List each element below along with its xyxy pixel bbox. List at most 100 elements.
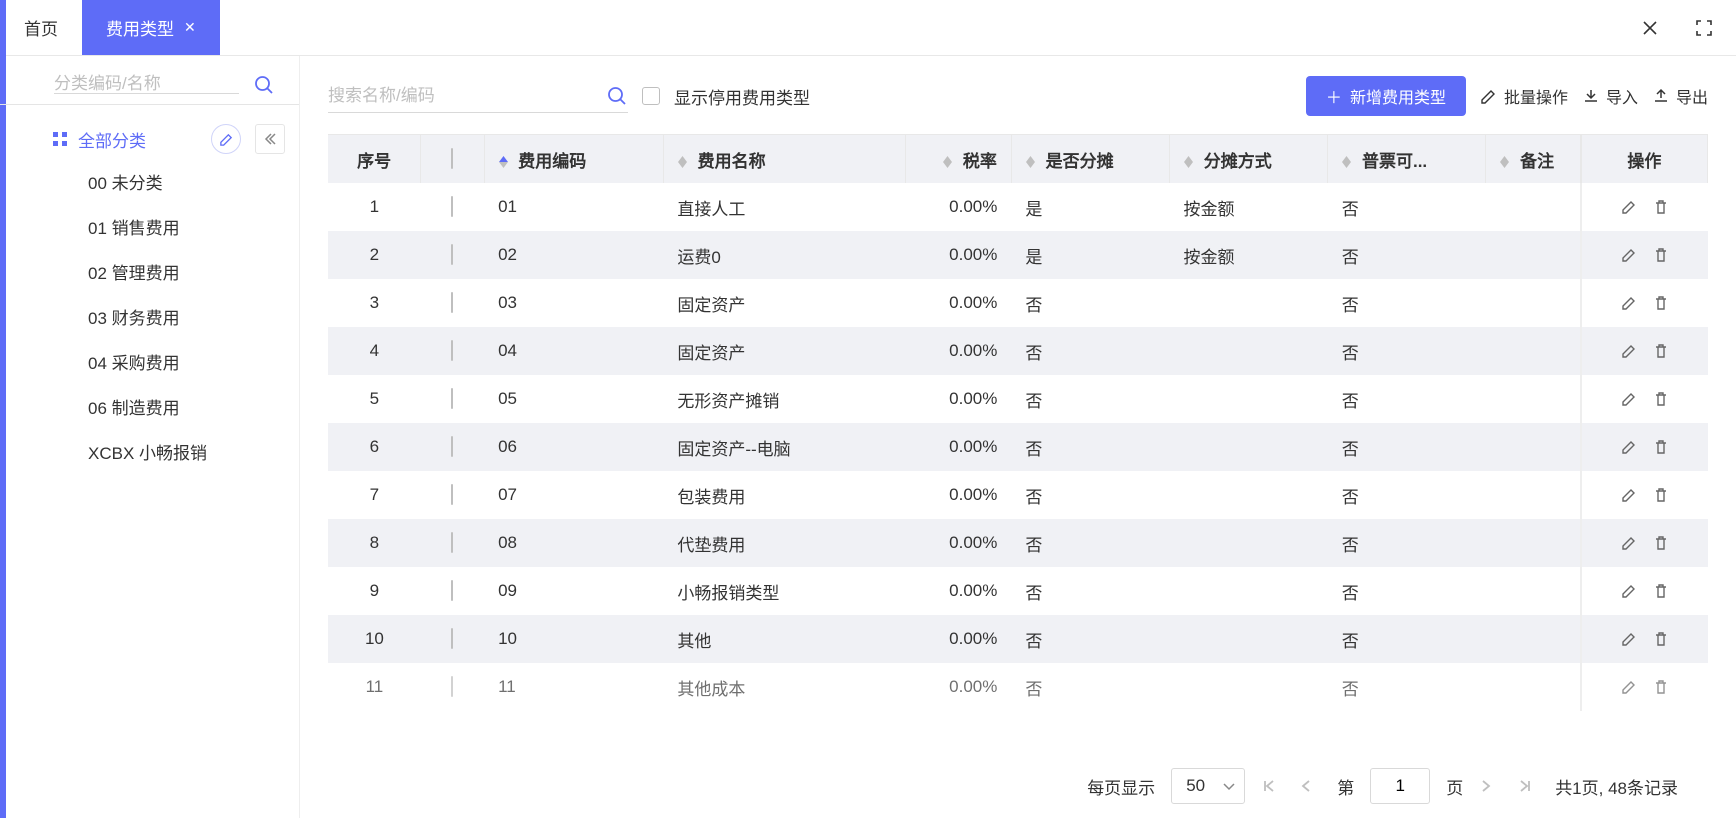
- sidebar-item[interactable]: 03 财务费用: [14, 294, 285, 339]
- show-disabled-checkbox[interactable]: [642, 87, 660, 105]
- col-share[interactable]: 是否分摊: [1011, 135, 1169, 183]
- edit-row-button[interactable]: [1620, 198, 1638, 216]
- delete-row-button[interactable]: [1652, 438, 1670, 456]
- sort-icon[interactable]: [1342, 156, 1351, 168]
- cell-checkbox: [421, 663, 484, 711]
- edit-row-button[interactable]: [1620, 486, 1638, 504]
- sidebar-search: [0, 74, 299, 105]
- sidebar-item[interactable]: 02 管理费用: [14, 249, 285, 294]
- batch-action-button[interactable]: 批量操作: [1480, 84, 1568, 108]
- delete-row-button[interactable]: [1652, 678, 1670, 696]
- delete-row-button[interactable]: [1652, 342, 1670, 360]
- row-checkbox[interactable]: [451, 244, 453, 265]
- cell-checkbox: [421, 423, 484, 471]
- collapse-sidebar-button[interactable]: [255, 124, 285, 154]
- cell-remark: [1486, 327, 1581, 375]
- export-label: 导出: [1676, 84, 1708, 108]
- add-expense-type-button[interactable]: ＋ 新增费用类型: [1306, 76, 1466, 116]
- col-method[interactable]: 分摊方式: [1170, 135, 1328, 183]
- edit-row-button[interactable]: [1620, 294, 1638, 312]
- prev-page-button[interactable]: [1299, 778, 1321, 794]
- first-page-button[interactable]: [1261, 778, 1283, 794]
- close-all-button[interactable]: [1632, 10, 1668, 46]
- delete-row-button[interactable]: [1652, 582, 1670, 600]
- edit-row-button[interactable]: [1620, 678, 1638, 696]
- col-ticket[interactable]: 普票可...: [1328, 135, 1486, 183]
- pager-summary: 共1页, 48条记录: [1555, 774, 1678, 799]
- page-input[interactable]: [1370, 768, 1430, 804]
- cell-remark: [1486, 615, 1581, 663]
- edit-row-button[interactable]: [1620, 390, 1638, 408]
- sidebar-item[interactable]: XCBX 小畅报销: [14, 429, 285, 474]
- sort-icon[interactable]: [1026, 156, 1035, 168]
- sidebar-item[interactable]: 01 销售费用: [14, 204, 285, 249]
- table-scroll[interactable]: 序号 费用编码 费用名称: [328, 135, 1708, 754]
- sort-icon[interactable]: [499, 156, 508, 168]
- col-rate[interactable]: 税率: [906, 135, 1011, 183]
- sidebar-item[interactable]: 04 采购费用: [14, 339, 285, 384]
- row-checkbox[interactable]: [451, 532, 453, 553]
- next-page-button[interactable]: [1479, 778, 1501, 794]
- select-all-checkbox[interactable]: [451, 148, 453, 169]
- export-button[interactable]: 导出: [1652, 84, 1708, 108]
- per-page-select[interactable]: 50: [1171, 768, 1245, 804]
- sidebar-item[interactable]: 06 制造费用: [14, 384, 285, 429]
- sort-icon[interactable]: [1184, 156, 1193, 168]
- sort-icon[interactable]: [943, 156, 952, 168]
- col-select-all[interactable]: [421, 135, 484, 183]
- delete-row-button[interactable]: [1652, 486, 1670, 504]
- row-checkbox[interactable]: [451, 388, 453, 409]
- edit-row-button[interactable]: [1620, 246, 1638, 264]
- delete-row-button[interactable]: [1652, 246, 1670, 264]
- col-seq[interactable]: 序号: [328, 135, 421, 183]
- row-checkbox[interactable]: [451, 628, 453, 649]
- cell-operations: [1581, 375, 1708, 423]
- tree-root-row[interactable]: 全部分类: [14, 119, 285, 159]
- row-checkbox[interactable]: [451, 292, 453, 313]
- search-icon[interactable]: [253, 74, 275, 96]
- delete-row-button[interactable]: [1652, 390, 1670, 408]
- last-page-button[interactable]: [1517, 778, 1539, 794]
- search-icon[interactable]: [606, 85, 628, 107]
- col-remark[interactable]: 备注: [1486, 135, 1581, 183]
- edit-row-button[interactable]: [1620, 342, 1638, 360]
- cell-checkbox: [421, 231, 484, 279]
- cell-method: [1170, 375, 1328, 423]
- row-checkbox[interactable]: [451, 340, 453, 361]
- close-icon[interactable]: ✕: [184, 19, 196, 36]
- tab-expense-type[interactable]: 费用类型 ✕: [82, 0, 220, 55]
- row-checkbox[interactable]: [451, 484, 453, 505]
- cell-ticket: 否: [1328, 615, 1486, 663]
- delete-row-button[interactable]: [1652, 630, 1670, 648]
- col-name[interactable]: 费用名称: [663, 135, 906, 183]
- cell-remark: [1486, 423, 1581, 471]
- fullscreen-button[interactable]: [1686, 10, 1722, 46]
- edit-row-button[interactable]: [1620, 630, 1638, 648]
- delete-row-button[interactable]: [1652, 534, 1670, 552]
- row-checkbox[interactable]: [451, 676, 453, 697]
- tab-expense-type-label: 费用类型: [106, 15, 174, 40]
- pagination: 每页显示 50 第 页 共1页, 48条记录: [328, 754, 1708, 818]
- main-search-input[interactable]: [328, 86, 606, 106]
- cell-share: 否: [1011, 615, 1169, 663]
- row-checkbox[interactable]: [451, 196, 453, 217]
- cell-remark: [1486, 231, 1581, 279]
- sort-icon[interactable]: [1500, 156, 1509, 168]
- cell-ticket: 否: [1328, 183, 1486, 231]
- row-checkbox[interactable]: [451, 580, 453, 601]
- sidebar-search-input[interactable]: [54, 74, 234, 94]
- edit-row-button[interactable]: [1620, 582, 1638, 600]
- edit-row-button[interactable]: [1620, 438, 1638, 456]
- delete-row-button[interactable]: [1652, 198, 1670, 216]
- edit-row-button[interactable]: [1620, 534, 1638, 552]
- edit-category-button[interactable]: [211, 124, 241, 154]
- delete-row-button[interactable]: [1652, 294, 1670, 312]
- cell-share: 是: [1011, 231, 1169, 279]
- tab-home[interactable]: 首页: [0, 0, 82, 55]
- sidebar-item[interactable]: 00 未分类: [14, 159, 285, 204]
- row-checkbox[interactable]: [451, 436, 453, 457]
- import-button[interactable]: 导入: [1582, 84, 1638, 108]
- col-code[interactable]: 费用编码: [484, 135, 663, 183]
- sort-icon[interactable]: [678, 156, 687, 168]
- cell-name: 固定资产: [663, 279, 906, 327]
